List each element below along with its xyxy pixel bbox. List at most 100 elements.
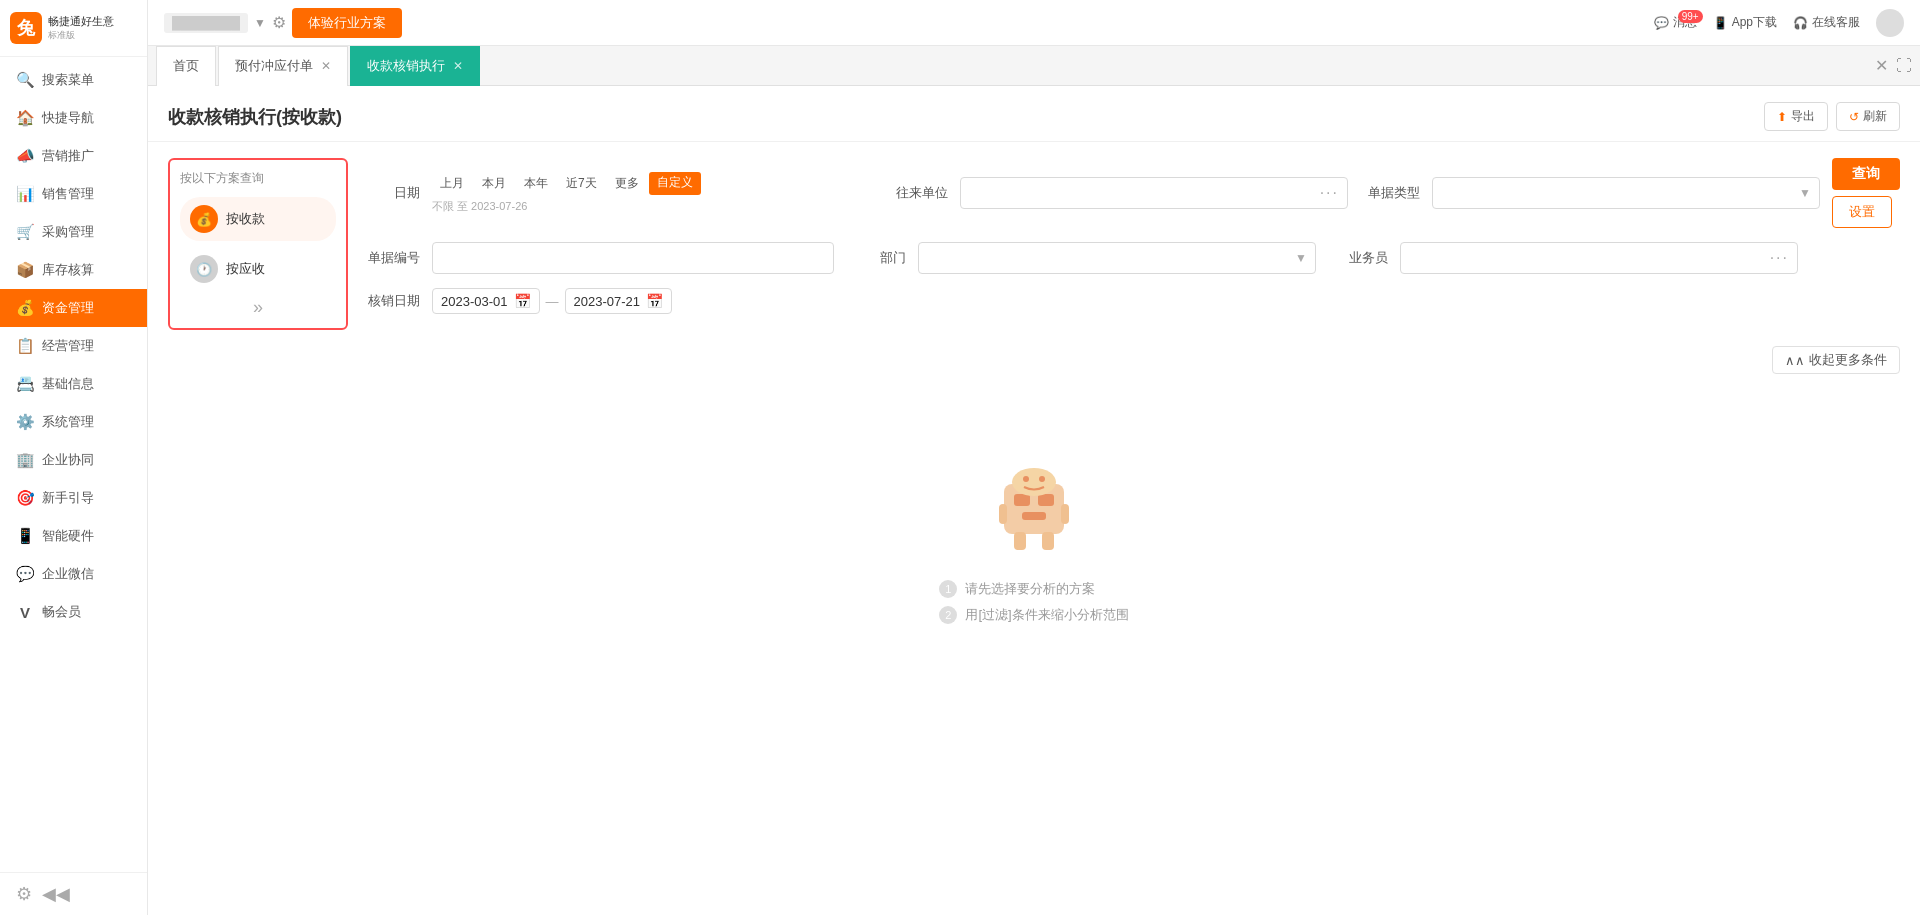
- building-icon: 🏢: [16, 451, 34, 469]
- sidebar-item-label: 快捷导航: [42, 109, 94, 127]
- date-custom-tag[interactable]: 自定义: [649, 172, 701, 195]
- app-logo: 兔 畅捷通好生意 标准版: [0, 0, 147, 57]
- staff-select[interactable]: ···: [1400, 242, 1798, 274]
- megaphone-icon: 📣: [16, 147, 34, 165]
- collapse-more-button[interactable]: ∧∧ 收起更多条件: [1772, 346, 1900, 374]
- receipt-icon: 💰: [190, 205, 218, 233]
- counterparty-select[interactable]: ···: [960, 177, 1348, 209]
- top-header: ████████ ▼ ⚙ 体验行业方案 💬 消息 99+ 📱 App下载 🎧 在…: [148, 0, 1920, 46]
- empty-tip-1: 1 请先选择要分析的方案: [939, 580, 1128, 598]
- bill-type-label: 单据类型: [1360, 184, 1420, 202]
- empty-state: 1 请先选择要分析的方案 2 用[过滤]条件来缩小分析范围: [148, 384, 1920, 684]
- sidebar-item-label: 采购管理: [42, 223, 94, 241]
- username-display: ████████: [164, 13, 248, 33]
- collapse-more-bar: ∧∧ 收起更多条件: [148, 346, 1920, 384]
- dept-label: 部门: [846, 249, 906, 267]
- svg-point-9: [1023, 476, 1029, 482]
- filter-section: 按以下方案查询 💰 按收款 🕐 按应收 » 日期: [148, 142, 1920, 346]
- message-button[interactable]: 💬 消息 99+: [1654, 14, 1697, 31]
- date-tab-more[interactable]: 更多: [607, 172, 647, 195]
- sidebar-item-basic[interactable]: 📇 基础信息: [0, 365, 147, 403]
- date-label: 日期: [360, 184, 420, 202]
- sidebar-item-sales[interactable]: 📊 销售管理: [0, 175, 147, 213]
- sidebar-item-system[interactable]: ⚙️ 系统管理: [0, 403, 147, 441]
- tab-receipt-close[interactable]: ✕: [453, 59, 463, 73]
- vip-icon: V: [16, 603, 34, 621]
- sidebar-item-label: 搜索菜单: [42, 71, 94, 89]
- sidebar-item-inventory[interactable]: 📦 库存核算: [0, 251, 147, 289]
- tab-close-all-icon[interactable]: ✕: [1875, 56, 1888, 75]
- sidebar-item-label: 智能硬件: [42, 527, 94, 545]
- header-gear-icon[interactable]: ⚙: [272, 13, 286, 32]
- app-edition: 标准版: [48, 29, 114, 42]
- sidebar-item-guide[interactable]: 🎯 新手引导: [0, 479, 147, 517]
- home-icon: 🏠: [16, 109, 34, 127]
- staff-dots-icon[interactable]: ···: [1770, 249, 1789, 267]
- svg-point-10: [1039, 476, 1045, 482]
- sidebar-item-hardware[interactable]: 📱 智能硬件: [0, 517, 147, 555]
- sidebar-item-finance[interactable]: 💰 资金管理: [0, 289, 147, 327]
- date-tabs: 上月 本月 本年 近7天 更多 自定义: [432, 172, 876, 195]
- user-dropdown-icon[interactable]: ▼: [254, 16, 266, 30]
- date-no-limit: 不限: [432, 200, 454, 212]
- sidebar-item-operations[interactable]: 📋 经营管理: [0, 327, 147, 365]
- sidebar-item-label: 销售管理: [42, 185, 94, 203]
- verify-date-start-input[interactable]: 2023-03-01 📅: [432, 288, 540, 314]
- staff-label: 业务员: [1328, 249, 1388, 267]
- export-button[interactable]: ⬆ 导出: [1764, 102, 1828, 131]
- bill-no-label: 单据编号: [360, 249, 420, 267]
- tab-prepay[interactable]: 预付冲应付单 ✕: [218, 46, 348, 86]
- sidebar-item-enterprise[interactable]: 🏢 企业协同: [0, 441, 147, 479]
- bill-type-select[interactable]: ▼: [1432, 177, 1820, 209]
- tab-expand-icon[interactable]: ⛶: [1896, 57, 1912, 75]
- date-tab-this-year[interactable]: 本年: [516, 172, 556, 195]
- tab-receipt[interactable]: 收款核销执行 ✕: [350, 46, 480, 86]
- sidebar-item-marketing[interactable]: 📣 营销推广: [0, 137, 147, 175]
- verify-date-end-value: 2023-07-21: [574, 294, 641, 309]
- tab-home[interactable]: 首页: [156, 46, 216, 86]
- svg-rect-2: [1038, 494, 1054, 506]
- solution-button[interactable]: 体验行业方案: [292, 8, 402, 38]
- dept-select[interactable]: ▼: [918, 242, 1316, 274]
- page-header: 收款核销执行(按收款) ⬆ 导出 ↺ 刷新: [148, 86, 1920, 142]
- setting-button[interactable]: 设置: [1832, 196, 1892, 228]
- collapse-sidebar-icon[interactable]: ◀◀: [42, 883, 70, 905]
- receivable-icon: 🕐: [190, 255, 218, 283]
- query-button[interactable]: 查询: [1832, 158, 1900, 190]
- svg-point-8: [1012, 468, 1056, 496]
- tab-prepay-close[interactable]: ✕: [321, 59, 331, 73]
- message-badge: 99+: [1678, 10, 1703, 23]
- date-tab-this-month[interactable]: 本月: [474, 172, 514, 195]
- filter-by-receivable[interactable]: 🕐 按应收: [180, 247, 336, 291]
- bill-no-input[interactable]: [432, 242, 834, 274]
- sidebar-item-member[interactable]: V 畅会员: [0, 593, 147, 631]
- filter-by-receivable-label: 按应收: [226, 260, 265, 278]
- tab-prepay-label: 预付冲应付单: [235, 57, 313, 75]
- logo-text-block: 畅捷通好生意 标准版: [48, 14, 114, 41]
- service-icon: 🎧: [1793, 16, 1808, 30]
- online-service-button[interactable]: 🎧 在线客服: [1793, 14, 1860, 31]
- sidebar-item-search[interactable]: 🔍 搜索菜单: [0, 61, 147, 99]
- tab-actions: ✕ ⛶: [1875, 56, 1912, 75]
- app-download-button[interactable]: 📱 App下载: [1713, 14, 1777, 31]
- filter-left-panel: 按以下方案查询 💰 按收款 🕐 按应收 »: [168, 158, 348, 330]
- sidebar-item-quick[interactable]: 🏠 快捷导航: [0, 99, 147, 137]
- filter-by-receipt[interactable]: 💰 按收款: [180, 197, 336, 241]
- counterparty-dots-icon[interactable]: ···: [1320, 184, 1339, 202]
- filter-panel-collapse[interactable]: »: [180, 297, 336, 318]
- sidebar-item-wechat[interactable]: 💬 企业微信: [0, 555, 147, 593]
- settings-icon[interactable]: ⚙: [16, 883, 32, 905]
- refresh-label: 刷新: [1863, 108, 1887, 125]
- tab-home-label: 首页: [173, 57, 199, 75]
- verify-date-end-input[interactable]: 2023-07-21 📅: [565, 288, 673, 314]
- user-area: ████████ ▼ ⚙ 体验行业方案: [164, 8, 1642, 38]
- svg-rect-5: [1061, 504, 1069, 524]
- sidebar-item-purchase[interactable]: 🛒 采购管理: [0, 213, 147, 251]
- sidebar-item-label: 系统管理: [42, 413, 94, 431]
- date-tab-last-month[interactable]: 上月: [432, 172, 472, 195]
- filter-panel-title: 按以下方案查询: [180, 170, 336, 187]
- user-avatar[interactable]: [1876, 9, 1904, 37]
- date-tab-7days[interactable]: 近7天: [558, 172, 605, 195]
- refresh-button[interactable]: ↺ 刷新: [1836, 102, 1900, 131]
- calendar-end-icon: 📅: [646, 293, 663, 309]
